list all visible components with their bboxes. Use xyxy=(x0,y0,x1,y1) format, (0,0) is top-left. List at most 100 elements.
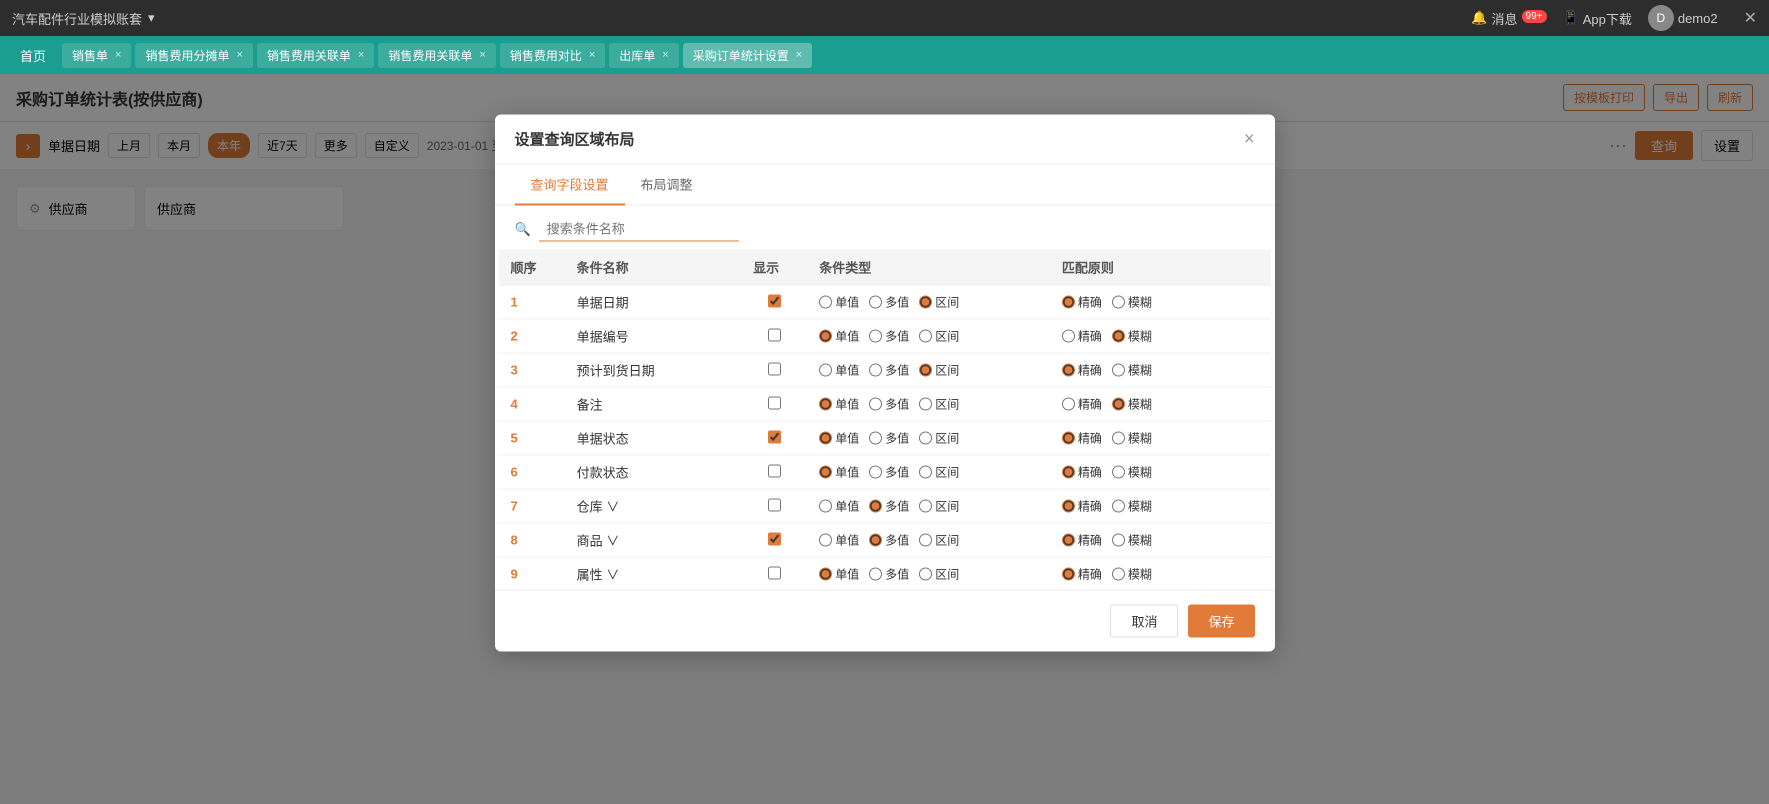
match-radio-fuzzy[interactable]: 模糊 xyxy=(1112,362,1152,379)
nav-home[interactable]: 首页 xyxy=(8,42,58,69)
match-radio-fuzzy[interactable]: 模糊 xyxy=(1112,464,1152,481)
type-radio-single[interactable]: 单值 xyxy=(819,498,859,515)
type-radio-multi[interactable]: 多值 xyxy=(869,430,909,447)
type-radio-range[interactable]: 区间 xyxy=(919,430,959,447)
type-radio-single[interactable]: 单值 xyxy=(819,328,859,345)
match-radio-fuzzy[interactable]: 模糊 xyxy=(1112,430,1152,447)
match-radio-fuzzy[interactable]: 模糊 xyxy=(1112,532,1152,549)
show-checkbox[interactable] xyxy=(768,498,781,511)
type-radio-single[interactable]: 单值 xyxy=(819,566,859,583)
type-radio-multi[interactable]: 多值 xyxy=(869,396,909,413)
nav-tab-sales-compare-label: 销售费用对比 xyxy=(510,47,582,64)
show-checkbox[interactable] xyxy=(768,566,781,579)
modal-close-button[interactable]: × xyxy=(1244,129,1255,150)
save-button[interactable]: 保存 xyxy=(1188,605,1254,638)
nav-tab-sales-close[interactable]: × xyxy=(115,49,121,61)
type-radio-range[interactable]: 区间 xyxy=(919,532,959,549)
top-bar-close-button[interactable]: ✕ xyxy=(1744,8,1757,28)
nav-tab-sales-compare-close[interactable]: × xyxy=(589,49,595,61)
dropdown-arrow[interactable]: ▾ xyxy=(148,10,155,26)
show-checkbox[interactable] xyxy=(768,532,781,545)
match-radio-exact[interactable]: 精确 xyxy=(1062,430,1102,447)
app-title: 汽车配件行业模拟账套 xyxy=(12,9,142,28)
avatar: D xyxy=(1648,5,1674,31)
nav-tab-sales-related-close[interactable]: × xyxy=(358,49,364,61)
nav-tab-sales-related-label: 销售费用关联单 xyxy=(267,47,351,64)
show-checkbox[interactable] xyxy=(768,430,781,443)
type-radio-multi[interactable]: 多值 xyxy=(869,532,909,549)
type-radio-range[interactable]: 区间 xyxy=(919,498,959,515)
nav-tab-outbound[interactable]: 出库单 × xyxy=(609,43,678,68)
match-radio-exact[interactable]: 精确 xyxy=(1062,566,1102,583)
nav-tab-purchase-stat-close[interactable]: × xyxy=(796,49,802,61)
match-radio-fuzzy[interactable]: 模糊 xyxy=(1112,328,1152,345)
type-radio-range[interactable]: 区间 xyxy=(919,362,959,379)
match-radio-exact[interactable]: 精确 xyxy=(1062,396,1102,413)
match-radio-exact[interactable]: 精确 xyxy=(1062,532,1102,549)
search-input[interactable] xyxy=(539,218,739,242)
row-type-options: 单值多值区间 xyxy=(807,285,1050,319)
type-radio-single[interactable]: 单值 xyxy=(819,430,859,447)
row-match-options: 精确模糊 xyxy=(1050,523,1271,557)
type-radio-range[interactable]: 区间 xyxy=(919,464,959,481)
show-checkbox[interactable] xyxy=(768,328,781,341)
tab-layout[interactable]: 布局调整 xyxy=(625,165,709,206)
type-radio-multi[interactable]: 多值 xyxy=(869,566,909,583)
type-radio-range[interactable]: 区间 xyxy=(919,328,959,345)
cancel-button[interactable]: 取消 xyxy=(1110,605,1178,638)
nav-tab-sales-expense[interactable]: 销售费用分摊单 × xyxy=(135,43,252,68)
type-radio-single[interactable]: 单值 xyxy=(819,464,859,481)
nav-tab-sales-related[interactable]: 销售费用关联单 × xyxy=(257,43,374,68)
match-radio-exact[interactable]: 精确 xyxy=(1062,464,1102,481)
match-radio-exact[interactable]: 精确 xyxy=(1062,294,1102,311)
show-checkbox[interactable] xyxy=(768,362,781,375)
match-radio-exact[interactable]: 精确 xyxy=(1062,362,1102,379)
modal-tabs: 查询字段设置 布局调整 xyxy=(495,165,1275,206)
table-row: 6付款状态单值多值区间精确模糊 xyxy=(499,455,1271,489)
notifications-button[interactable]: 🔔 消息 99+ xyxy=(1471,9,1546,28)
show-checkbox[interactable] xyxy=(768,396,781,409)
type-radio-range[interactable]: 区间 xyxy=(919,396,959,413)
row-condition-name: 付款状态 xyxy=(565,455,741,489)
tab-query-fields[interactable]: 查询字段设置 xyxy=(515,165,625,206)
type-radio-multi[interactable]: 多值 xyxy=(869,294,909,311)
type-radio-multi[interactable]: 多值 xyxy=(869,464,909,481)
type-radio-single[interactable]: 单值 xyxy=(819,362,859,379)
show-checkbox[interactable] xyxy=(768,464,781,477)
table-row: 9属性 ∨单值多值区间精确模糊 xyxy=(499,557,1271,590)
row-show-checkbox-cell xyxy=(741,557,807,590)
row-match-options: 精确模糊 xyxy=(1050,387,1271,421)
nav-tab-sales-related2-label: 销售费用关联单 xyxy=(388,47,472,64)
user-profile[interactable]: D demo2 xyxy=(1648,5,1718,31)
show-checkbox[interactable] xyxy=(768,294,781,307)
type-radio-multi[interactable]: 多值 xyxy=(869,328,909,345)
type-radio-range[interactable]: 区间 xyxy=(919,566,959,583)
col-header-name: 条件名称 xyxy=(565,250,741,286)
match-radio-fuzzy[interactable]: 模糊 xyxy=(1112,566,1152,583)
nav-tab-sales-compare[interactable]: 销售费用对比 × xyxy=(500,43,605,68)
type-radio-single[interactable]: 单值 xyxy=(819,396,859,413)
row-order: 9 xyxy=(499,557,565,590)
match-radio-fuzzy[interactable]: 模糊 xyxy=(1112,396,1152,413)
row-condition-name: 商品 ∨ xyxy=(565,523,741,557)
match-radio-exact[interactable]: 精确 xyxy=(1062,498,1102,515)
nav-tab-sales-related2[interactable]: 销售费用关联单 × xyxy=(378,43,495,68)
download-button[interactable]: 📱 App下载 xyxy=(1563,9,1632,28)
match-radio-fuzzy[interactable]: 模糊 xyxy=(1112,294,1152,311)
match-radio-fuzzy[interactable]: 模糊 xyxy=(1112,498,1152,515)
nav-tab-purchase-stat[interactable]: 采购订单统计设置 × xyxy=(683,43,812,68)
type-radio-multi[interactable]: 多值 xyxy=(869,498,909,515)
row-show-checkbox-cell xyxy=(741,353,807,387)
row-type-options: 单值多值区间 xyxy=(807,455,1050,489)
nav-tab-outbound-close[interactable]: × xyxy=(662,49,668,61)
type-radio-single[interactable]: 单值 xyxy=(819,532,859,549)
match-radio-exact[interactable]: 精确 xyxy=(1062,328,1102,345)
nav-tab-sales[interactable]: 销售单 × xyxy=(62,43,131,68)
type-radio-multi[interactable]: 多值 xyxy=(869,362,909,379)
type-radio-single[interactable]: 单值 xyxy=(819,294,859,311)
nav-tab-sales-related2-close[interactable]: × xyxy=(479,49,485,61)
type-radio-range[interactable]: 区间 xyxy=(919,294,959,311)
nav-tab-sales-expense-close[interactable]: × xyxy=(236,49,242,61)
table-row: 4备注单值多值区间精确模糊 xyxy=(499,387,1271,421)
row-show-checkbox-cell xyxy=(741,421,807,455)
